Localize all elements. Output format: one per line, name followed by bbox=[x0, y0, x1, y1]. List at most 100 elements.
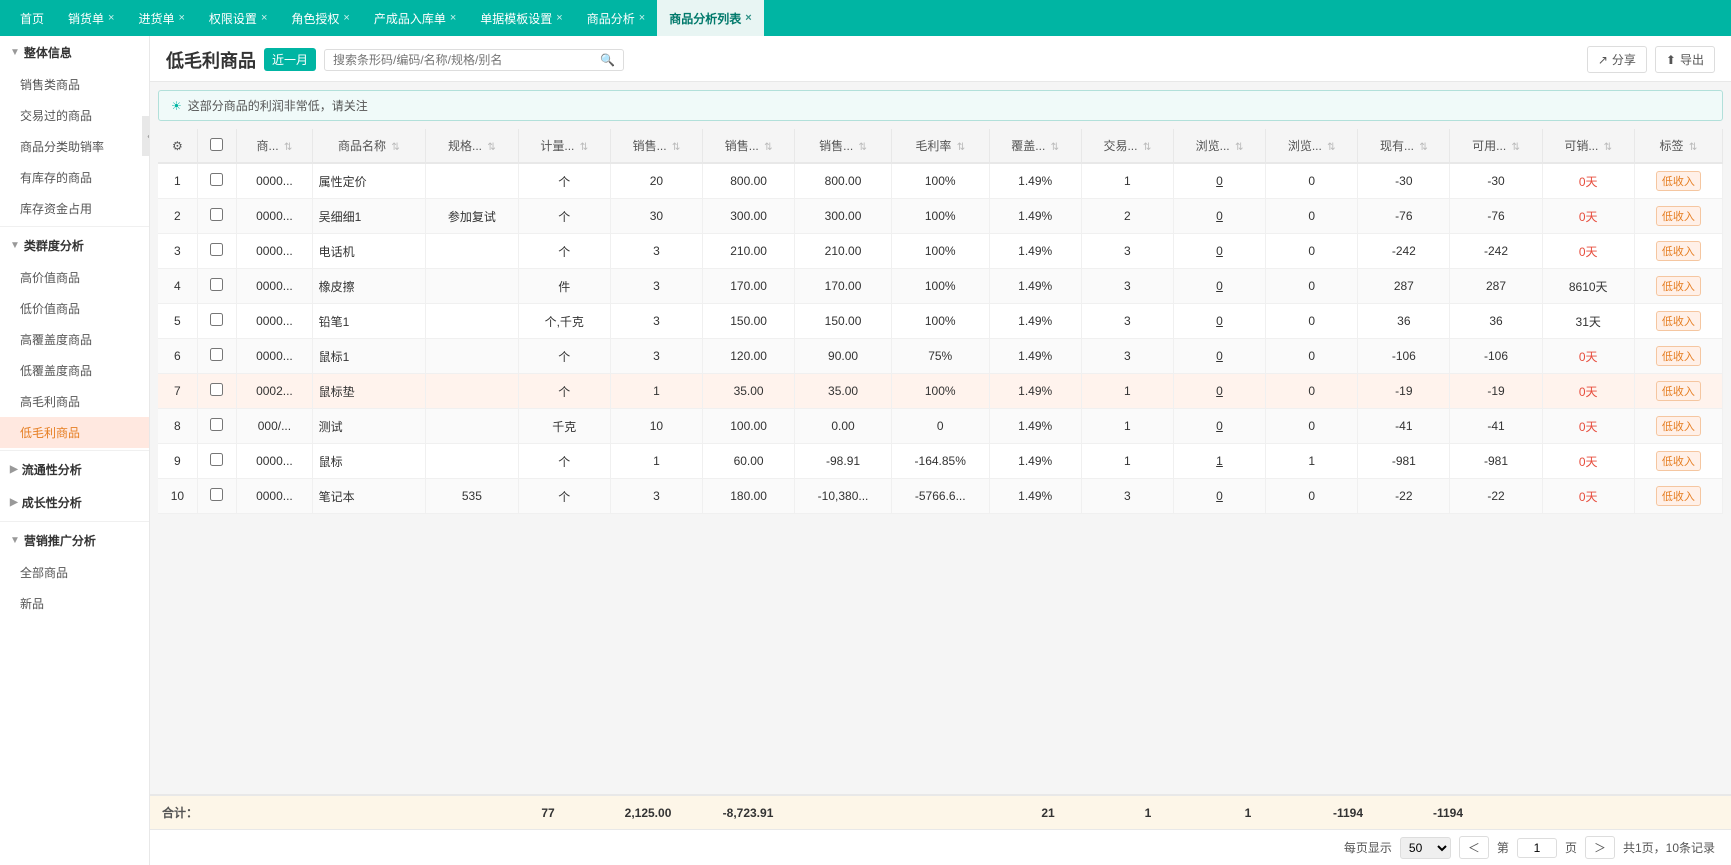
row-checkbox[interactable] bbox=[197, 269, 236, 304]
sidebar-group-cluster[interactable]: ▼ 类群度分析 bbox=[0, 229, 149, 262]
row-sales-amt: -10,380... bbox=[795, 479, 892, 514]
sidebar-item-new-products[interactable]: 新品 bbox=[0, 588, 149, 619]
col-sales-price[interactable]: 销售... ⇅ bbox=[703, 129, 795, 163]
sidebar-item-low-value[interactable]: 低价值商品 bbox=[0, 293, 149, 324]
row-browse1[interactable]: 0 bbox=[1173, 269, 1265, 304]
sidebar-group-flow[interactable]: ▶ 流通性分析 bbox=[0, 453, 149, 486]
nav-product-analysis-list[interactable]: 商品分析列表 × bbox=[657, 0, 763, 36]
row-browse1[interactable]: 1 bbox=[1173, 444, 1265, 479]
row-browse1[interactable]: 0 bbox=[1173, 234, 1265, 269]
col-browse1[interactable]: 浏览... ⇅ bbox=[1173, 129, 1265, 163]
sidebar-item-high-value[interactable]: 高价值商品 bbox=[0, 262, 149, 293]
page-size-select[interactable]: 50 100 200 bbox=[1400, 837, 1451, 859]
nav-close-permission[interactable]: × bbox=[261, 12, 267, 24]
row-spec bbox=[426, 374, 519, 409]
row-checkbox[interactable] bbox=[197, 199, 236, 234]
nav-role-auth[interactable]: 角色授权 × bbox=[279, 0, 361, 36]
filter-recent-month-button[interactable]: 近一月 bbox=[264, 48, 316, 71]
row-checkbox[interactable] bbox=[197, 374, 236, 409]
nav-close-product-analysis-list[interactable]: × bbox=[745, 12, 751, 24]
row-browse1[interactable]: 0 bbox=[1173, 374, 1265, 409]
sidebar-item-low-coverage[interactable]: 低覆盖度商品 bbox=[0, 355, 149, 386]
col-tx-count[interactable]: 交易... ⇅ bbox=[1081, 129, 1173, 163]
table-row: 6 0000... 鼠标1 个 3 120.00 90.00 75% 1.49%… bbox=[158, 339, 1723, 374]
col-checkbox[interactable] bbox=[197, 129, 236, 163]
col-coverage[interactable]: 覆盖... ⇅ bbox=[989, 129, 1081, 163]
row-unit: 个 bbox=[518, 163, 610, 199]
sidebar-group-marketing[interactable]: ▼ 营销推广分析 bbox=[0, 524, 149, 557]
col-code[interactable]: 商... ⇅ bbox=[237, 129, 312, 163]
nav-close-sales-order[interactable]: × bbox=[108, 12, 114, 24]
nav-purchase-order[interactable]: 进货单 × bbox=[126, 0, 196, 36]
table-row: 5 0000... 铅笔1 个,千克 3 150.00 150.00 100% … bbox=[158, 304, 1723, 339]
nav-close-product-in[interactable]: × bbox=[450, 12, 456, 24]
col-tag[interactable]: 标签 ⇅ bbox=[1634, 129, 1722, 163]
sidebar-item-high-coverage[interactable]: 高覆盖度商品 bbox=[0, 324, 149, 355]
col-saleable[interactable]: 可销... ⇅ bbox=[1542, 129, 1634, 163]
share-button[interactable]: ↗ 分享 bbox=[1587, 46, 1647, 73]
row-avail: -41 bbox=[1450, 409, 1542, 444]
table-container[interactable]: ⚙ 商... ⇅ 商品名称 ⇅ 规格... ⇅ 计量... ⇅ 销售... ⇅ … bbox=[158, 129, 1723, 794]
col-spec[interactable]: 规格... ⇅ bbox=[426, 129, 519, 163]
export-button[interactable]: ⬆ 导出 bbox=[1655, 46, 1715, 73]
sidebar-group-growth[interactable]: ▶ 成长性分析 bbox=[0, 486, 149, 519]
select-all-checkbox[interactable] bbox=[210, 138, 223, 151]
row-tx-count: 1 bbox=[1081, 409, 1173, 444]
search-icon[interactable]: 🔍 bbox=[600, 53, 615, 67]
nav-close-role-auth[interactable]: × bbox=[343, 12, 349, 24]
row-browse1[interactable]: 0 bbox=[1173, 199, 1265, 234]
sidebar-item-all-products[interactable]: 全部商品 bbox=[0, 557, 149, 588]
row-checkbox[interactable] bbox=[197, 479, 236, 514]
col-settings[interactable]: ⚙ bbox=[158, 129, 197, 163]
sidebar-item-sales-products[interactable]: 销售类商品 bbox=[0, 69, 149, 100]
row-spec bbox=[426, 304, 519, 339]
row-checkbox[interactable] bbox=[197, 444, 236, 479]
nav-home[interactable]: 首页 bbox=[8, 0, 56, 36]
sidebar-item-in-stock[interactable]: 有库存的商品 bbox=[0, 162, 149, 193]
col-gross-rate[interactable]: 毛利率 ⇅ bbox=[891, 129, 989, 163]
row-checkbox[interactable] bbox=[197, 304, 236, 339]
next-page-button[interactable]: ＞ bbox=[1585, 836, 1615, 859]
nav-close-product-analysis[interactable]: × bbox=[639, 12, 645, 24]
nav-close-template[interactable]: × bbox=[556, 12, 562, 24]
row-name: 属性定价 bbox=[312, 163, 425, 199]
row-checkbox[interactable] bbox=[197, 339, 236, 374]
row-browse1[interactable]: 0 bbox=[1173, 304, 1265, 339]
sidebar-item-traded-products[interactable]: 交易过的商品 bbox=[0, 100, 149, 131]
sidebar-collapse-btn[interactable]: « bbox=[142, 116, 150, 156]
row-sales-price: 800.00 bbox=[703, 163, 795, 199]
sidebar-item-low-margin[interactable]: 低毛利商品 bbox=[0, 417, 149, 448]
col-avail[interactable]: 可用... ⇅ bbox=[1450, 129, 1542, 163]
search-input[interactable] bbox=[333, 53, 600, 67]
nav-template[interactable]: 单据模板设置 × bbox=[468, 0, 574, 36]
page-number-input[interactable] bbox=[1517, 838, 1557, 858]
col-stock[interactable]: 现有... ⇅ bbox=[1358, 129, 1450, 163]
row-browse1[interactable]: 0 bbox=[1173, 409, 1265, 444]
row-checkbox[interactable] bbox=[197, 234, 236, 269]
data-table: ⚙ 商... ⇅ 商品名称 ⇅ 规格... ⇅ 计量... ⇅ 销售... ⇅ … bbox=[158, 129, 1723, 514]
row-code: 0000... bbox=[237, 163, 312, 199]
row-unit: 个 bbox=[518, 374, 610, 409]
nav-product-analysis[interactable]: 商品分析 × bbox=[575, 0, 657, 36]
row-browse1[interactable]: 0 bbox=[1173, 339, 1265, 374]
row-checkbox[interactable] bbox=[197, 409, 236, 444]
row-browse1[interactable]: 0 bbox=[1173, 479, 1265, 514]
nav-close-purchase-order[interactable]: × bbox=[178, 12, 184, 24]
col-qty[interactable]: 销售... ⇅ bbox=[610, 129, 702, 163]
col-unit[interactable]: 计量... ⇅ bbox=[518, 129, 610, 163]
sidebar-item-category-sales-rate[interactable]: 商品分类助销率 bbox=[0, 131, 149, 162]
nav-sales-order[interactable]: 销货单 × bbox=[56, 0, 126, 36]
prev-page-button[interactable]: ＜ bbox=[1459, 836, 1489, 859]
sidebar-item-high-margin[interactable]: 高毛利商品 bbox=[0, 386, 149, 417]
col-sales-amt[interactable]: 销售... ⇅ bbox=[795, 129, 892, 163]
row-browse1[interactable]: 0 bbox=[1173, 163, 1265, 199]
sidebar-item-stock-capital[interactable]: 库存资金占用 bbox=[0, 193, 149, 224]
row-checkbox[interactable] bbox=[197, 163, 236, 199]
col-name[interactable]: 商品名称 ⇅ bbox=[312, 129, 425, 163]
row-coverage: 1.49% bbox=[989, 339, 1081, 374]
nav-product-in[interactable]: 产成品入库单 × bbox=[362, 0, 468, 36]
row-avail: -242 bbox=[1450, 234, 1542, 269]
col-browse2[interactable]: 浏览... ⇅ bbox=[1266, 129, 1358, 163]
nav-permission[interactable]: 权限设置 × bbox=[197, 0, 279, 36]
sidebar-group-overall[interactable]: ▼ 整体信息 bbox=[0, 36, 149, 69]
